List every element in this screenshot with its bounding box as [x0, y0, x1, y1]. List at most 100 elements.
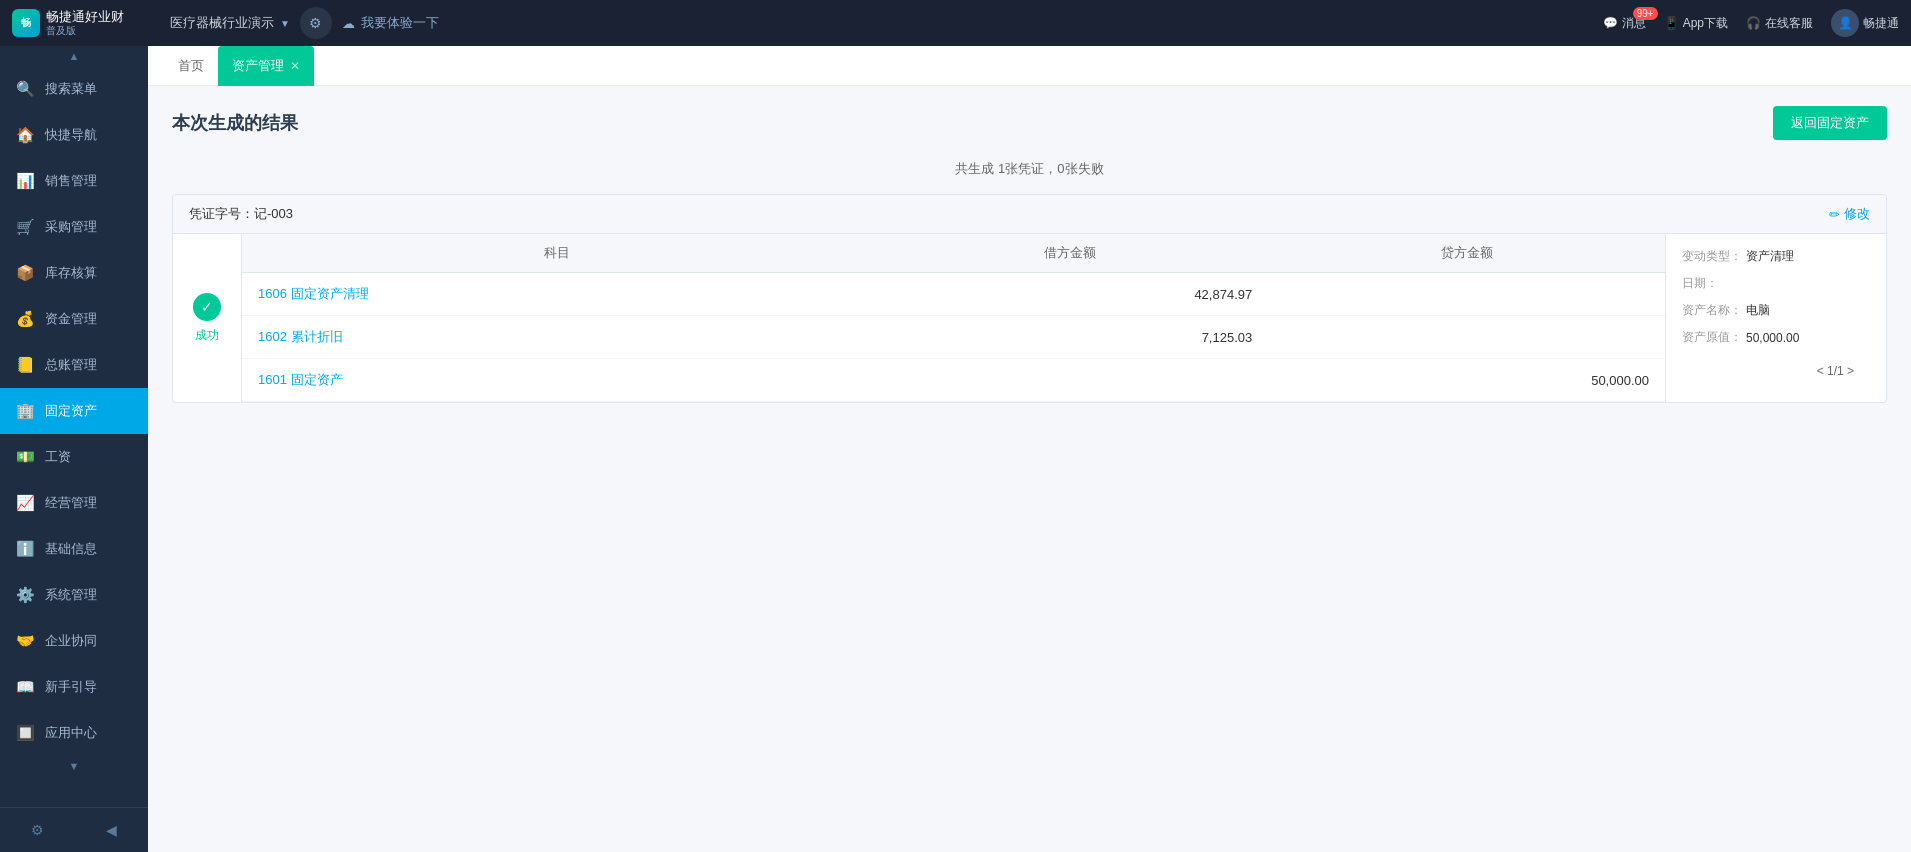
sidebar-item-label: 销售管理	[45, 172, 97, 190]
avatar: 👤	[1831, 9, 1859, 37]
col-subject: 科目	[242, 234, 871, 273]
debit-1: 42,874.97	[871, 273, 1268, 316]
sidebar-item-ledger[interactable]: 📒 总账管理	[0, 342, 148, 388]
sidebar-scroll-down[interactable]: ▼	[0, 756, 148, 776]
sidebar-item-guide[interactable]: 📖 新手引导	[0, 664, 148, 710]
credit-1	[1268, 273, 1665, 316]
sidebar-item-label: 工资	[45, 448, 71, 466]
app-download-button[interactable]: 📱 App下载	[1664, 15, 1728, 32]
inventory-icon: 📦	[16, 264, 35, 282]
sales-icon: 📊	[16, 172, 35, 190]
user-profile[interactable]: 👤 畅捷通	[1831, 9, 1899, 37]
main-layout: ▲ 🔍 搜索菜单 🏠 快捷导航 📊 销售管理 🛒 采购管理 📦 库存核算 💰 资…	[0, 46, 1911, 852]
sidebar-item-label: 资金管理	[45, 310, 97, 328]
debit-3	[871, 359, 1268, 402]
tab-asset-management[interactable]: 资产管理 ✕	[218, 46, 314, 86]
sidebar-item-operations[interactable]: 📈 经营管理	[0, 480, 148, 526]
sidebar-settings-icon[interactable]: ⚙	[27, 818, 48, 842]
sidebar-item-sales[interactable]: 📊 销售管理	[0, 158, 148, 204]
credit-3: 50,000.00	[1268, 359, 1665, 402]
original-value-value: 50,000.00	[1746, 331, 1799, 345]
table-row: 1601 固定资产 50,000.00	[242, 359, 1665, 402]
scroll-up-icon[interactable]: ▲	[69, 50, 80, 62]
tab-asset-management-label: 资产管理	[232, 57, 284, 75]
online-service-label: 在线客服	[1765, 15, 1813, 32]
sidebar-item-label: 新手引导	[45, 678, 97, 696]
sidebar-item-finance[interactable]: 💰 资金管理	[0, 296, 148, 342]
date-row: 日期：	[1682, 275, 1870, 292]
settings-icon[interactable]: ⚙	[300, 7, 332, 39]
sidebar-scroll-up[interactable]: ▲	[0, 46, 148, 66]
enterprise-icon: 🤝	[16, 632, 35, 650]
subject-2: 1602 累计折旧	[242, 316, 871, 359]
voucher-body: ✓ 成功 科目 借方金额 贷方金额	[173, 234, 1886, 402]
experience-label: 我要体验一下	[361, 14, 439, 32]
col-credit: 贷方金额	[1268, 234, 1665, 273]
scroll-down-icon[interactable]: ▼	[69, 760, 80, 772]
change-type-value: 资产清理	[1746, 248, 1794, 265]
table-row: 1602 累计折旧 7,125.03	[242, 316, 1665, 359]
home-icon: 🏠	[16, 126, 35, 144]
side-info-panel: 变动类型： 资产清理 日期： 资产名称： 电脑 资产原值：	[1666, 234, 1886, 402]
topbar-right: 💬 消息 99+ 📱 App下载 🎧 在线客服 👤 畅捷通	[1603, 9, 1899, 37]
sidebar-item-label: 应用中心	[45, 724, 97, 742]
sidebar-item-inventory[interactable]: 📦 库存核算	[0, 250, 148, 296]
sidebar-item-label: 企业协同	[45, 632, 97, 650]
online-service-button[interactable]: 🎧 在线客服	[1746, 15, 1813, 32]
asset-name-label: 资产名称：	[1682, 302, 1742, 319]
app-logo: 畅 畅捷通好业财 普及版	[12, 9, 160, 37]
info-icon: ℹ️	[16, 540, 35, 558]
change-type-row: 变动类型： 资产清理	[1682, 248, 1870, 265]
voucher-container: 凭证字号：记-003 ✏ 修改 ✓ 成功	[172, 194, 1887, 403]
sidebar-item-fixed-assets[interactable]: 🏢 固定资产	[0, 388, 148, 434]
asset-name-value: 电脑	[1746, 302, 1770, 319]
subject-3: 1601 固定资产	[242, 359, 871, 402]
edit-icon: ✏	[1829, 207, 1840, 222]
success-text: 成功	[195, 327, 219, 344]
sidebar-item-basic-info[interactable]: ℹ️ 基础信息	[0, 526, 148, 572]
finance-icon: 💰	[16, 310, 35, 328]
sidebar-item-label: 系统管理	[45, 586, 97, 604]
sidebar-item-label: 经营管理	[45, 494, 97, 512]
pagination[interactable]: < 1/1 >	[1682, 356, 1870, 386]
ledger-icon: 📒	[16, 356, 35, 374]
app-download-label: App下载	[1683, 15, 1728, 32]
sidebar-item-enterprise[interactable]: 🤝 企业协同	[0, 618, 148, 664]
sidebar-item-system[interactable]: ⚙️ 系统管理	[0, 572, 148, 618]
sidebar-item-label: 库存核算	[45, 264, 97, 282]
sidebar-item-app-center[interactable]: 🔲 应用中心	[0, 710, 148, 756]
search-icon: 🔍	[16, 80, 35, 98]
logo-icon: 畅	[12, 9, 40, 37]
company-selector[interactable]: 医疗器械行业演示 ▼	[160, 14, 300, 32]
tab-close-icon[interactable]: ✕	[290, 59, 300, 73]
sidebar-bottom: ⚙ ◀	[0, 807, 148, 852]
experience-button[interactable]: ☁ 我要体验一下	[342, 14, 439, 32]
tab-home[interactable]: 首页	[164, 46, 218, 86]
messages-button[interactable]: 💬 消息 99+	[1603, 15, 1646, 32]
service-icon: 🎧	[1746, 16, 1761, 30]
edit-label: 修改	[1844, 205, 1870, 223]
voucher-no-value: 记-003	[254, 206, 293, 221]
edit-button[interactable]: ✏ 修改	[1829, 205, 1870, 223]
asset-name-row: 资产名称： 电脑	[1682, 302, 1870, 319]
debit-2: 7,125.03	[871, 316, 1268, 359]
sidebar-item-search[interactable]: 🔍 搜索菜单	[0, 66, 148, 112]
fixed-assets-icon: 🏢	[16, 402, 35, 420]
sidebar-item-label: 采购管理	[45, 218, 97, 236]
content-area: 首页 资产管理 ✕ 本次生成的结果 返回固定资产 共生成 1张凭证，0张失败 凭…	[148, 46, 1911, 852]
sidebar-item-payroll[interactable]: 💵 工资	[0, 434, 148, 480]
subject-1: 1606 固定资产清理	[242, 273, 871, 316]
sidebar-item-label: 搜索菜单	[45, 80, 97, 98]
credit-2	[1268, 316, 1665, 359]
col-debit: 借方金额	[871, 234, 1268, 273]
sidebar-collapse-icon[interactable]: ◀	[102, 818, 121, 842]
sidebar-item-quick-nav[interactable]: 🏠 快捷导航	[0, 112, 148, 158]
app-center-icon: 🔲	[16, 724, 35, 742]
purchase-icon: 🛒	[16, 218, 35, 236]
sidebar-item-purchase[interactable]: 🛒 采购管理	[0, 204, 148, 250]
username: 畅捷通	[1863, 15, 1899, 32]
result-summary: 共生成 1张凭证，0张失败	[172, 160, 1887, 178]
date-label: 日期：	[1682, 275, 1718, 292]
return-button[interactable]: 返回固定资产	[1773, 106, 1887, 140]
sidebar-item-label: 固定资产	[45, 402, 97, 420]
